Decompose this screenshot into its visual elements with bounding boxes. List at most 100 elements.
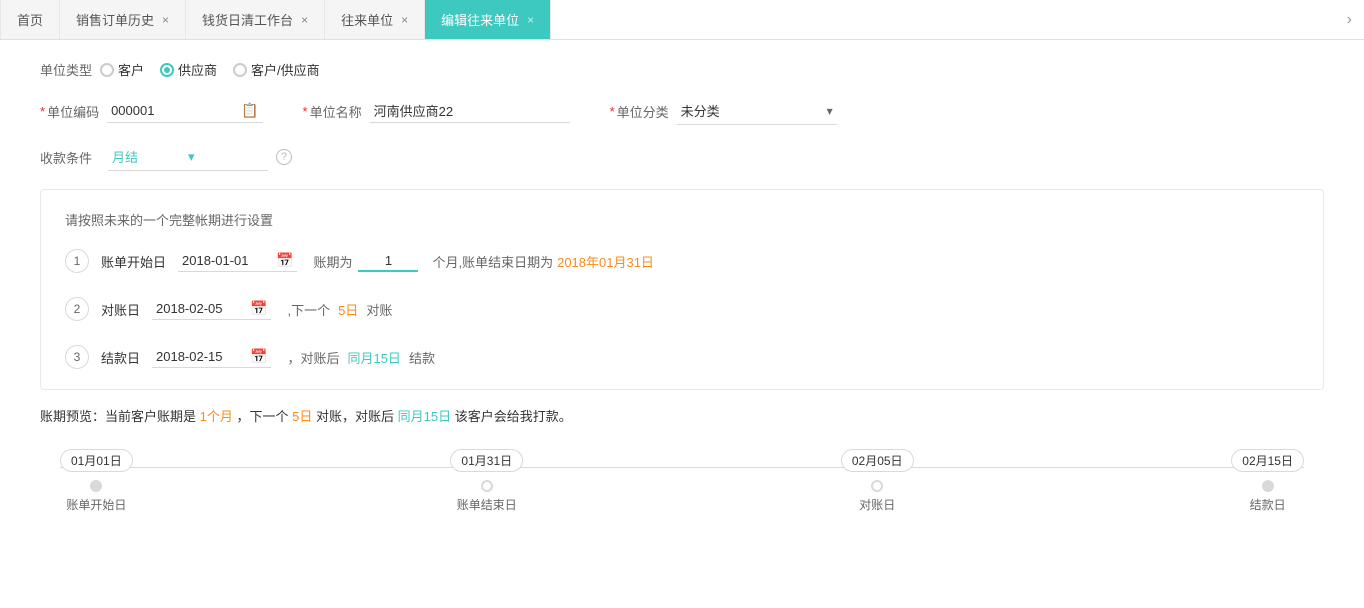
main-content: 单位类型 客户 供应商 客户/供应商 * 单位编码 📋 [0, 40, 1364, 608]
period-date-value-2[interactable] [156, 301, 246, 316]
timeline-sublabel-3: 对账日 [859, 496, 895, 513]
calendar-icon-2[interactable]: 📅 [250, 300, 267, 317]
preview-suffix: 该客户会给我打款。 [455, 409, 572, 424]
timeline-sublabel-1: 账单开始日 [66, 496, 126, 513]
unit-code-label: 单位编码 [47, 102, 99, 121]
period-num-3: 3 [65, 345, 89, 369]
timeline-label-2: 01月31日 [450, 449, 523, 472]
payment-terms-select[interactable]: 月结 ▾ [108, 143, 268, 171]
timeline-sublabel-2: 账单结束日 [457, 496, 517, 513]
period-date-input-1: 📅 [178, 250, 297, 272]
timeline-point-4: 02月15日 结款日 [1231, 449, 1304, 513]
radio-customer[interactable]: 客户 [100, 60, 144, 79]
period-suffix-1b: 个月,账单结束日期为 [432, 252, 553, 271]
unit-code-input[interactable] [107, 99, 237, 122]
help-icon[interactable]: ? [276, 149, 292, 165]
unit-code-group: * 单位编码 📋 [40, 99, 263, 123]
timeline-sublabel-4: 结款日 [1250, 496, 1286, 513]
copy-icon[interactable]: 📋 [237, 102, 262, 119]
preview-part2: 5日 [292, 409, 312, 424]
period-num-2: 2 [65, 297, 89, 321]
period-suffix-3a: ，对账后 [287, 348, 339, 367]
calendar-icon-3[interactable]: 📅 [250, 348, 267, 365]
period-date-input-2: 📅 [152, 298, 271, 320]
tab-edit-partner[interactable]: 编辑往来单位 × [425, 0, 551, 39]
preview-part3: 同月15日 [398, 409, 451, 424]
required-star-code: * [40, 104, 45, 119]
unit-fields-row: * 单位编码 📋 * 单位名称 * 单位分类 未分类 ▾ [40, 97, 1324, 125]
period-months-input[interactable] [358, 251, 418, 272]
period-end-date-highlight: 2018年01月31日 [557, 252, 654, 271]
period-row-2: 2 对账日 📅 ,下一个 5日 对账 [65, 297, 1299, 321]
period-date-value-3[interactable] [156, 349, 246, 364]
timeline-point-2: 01月31日 账单结束日 [450, 449, 523, 513]
required-star-name: * [303, 104, 308, 119]
tab-more-button[interactable]: › [1335, 11, 1364, 29]
unit-category-label: 单位分类 [617, 102, 669, 121]
period-day-highlight-2: 5日 [338, 300, 358, 319]
timeline-label-1: 01月01日 [60, 449, 133, 472]
radio-label-customer: 客户 [118, 60, 144, 79]
timeline-points: 01月01日 账单开始日 01月31日 账单结束日 02月05日 对账日 [60, 449, 1304, 513]
timeline-dot-2 [481, 480, 493, 492]
select-arrow-icon: ▾ [188, 149, 264, 165]
tab-partner[interactable]: 往来单位 × [325, 0, 425, 39]
tab-close-sales[interactable]: × [162, 13, 169, 27]
preview-middle1: ，下一个 [237, 409, 289, 424]
period-date-value-1[interactable] [182, 253, 272, 268]
required-star-category: * [610, 104, 615, 119]
period-label-2: 对账日 [101, 300, 140, 319]
tab-sales-history[interactable]: 销售订单历史 × [60, 0, 186, 39]
payment-terms-label: 收款条件 [40, 148, 92, 167]
timeline-label-3: 02月05日 [841, 449, 914, 472]
tab-label-sales: 销售订单历史 [76, 10, 154, 29]
payment-terms-row: 收款条件 月结 ▾ ? [40, 143, 1324, 171]
unit-category-dropdown[interactable]: 未分类 ▾ [677, 97, 837, 125]
timeline-dot-4 [1262, 480, 1274, 492]
radio-circle-customer [100, 63, 114, 77]
radio-label-both: 客户/供应商 [251, 60, 320, 79]
tab-label-partner: 往来单位 [341, 10, 393, 29]
timeline-wrapper: 01月01日 账单开始日 01月31日 账单结束日 02月05日 对账日 [40, 449, 1324, 513]
period-suffix-2b: 对账 [366, 300, 392, 319]
timeline-dot-1 [90, 480, 102, 492]
calendar-icon-1[interactable]: 📅 [276, 252, 293, 269]
payment-terms-value: 月结 [112, 147, 188, 166]
period-settings-box: 请按照未来的一个完整帐期进行设置 1 账单开始日 📅 账期为 个月,账单结束日期… [40, 189, 1324, 390]
period-suffix-1a: 账期为 [313, 252, 352, 271]
unit-category-group: * 单位分类 未分类 ▾ [610, 97, 837, 125]
tab-close-edit-partner[interactable]: × [527, 13, 534, 27]
period-row-1: 1 账单开始日 📅 账期为 个月,账单结束日期为 2018年01月31日 [65, 249, 1299, 273]
preview-text: 账期预览：当前客户账期是 1个月 ，下一个 5日 对账，对账后 同月15日 该客… [40, 406, 1324, 425]
tab-bar: 首页 销售订单历史 × 钱货日清工作台 × 往来单位 × 编辑往来单位 × › [0, 0, 1364, 40]
preview-middle2: 对账，对账后 [316, 409, 394, 424]
period-label-3: 结款日 [101, 348, 140, 367]
unit-name-input[interactable] [370, 99, 570, 123]
period-months-input-group [358, 251, 418, 272]
preview-part1: 1个月 [200, 409, 233, 424]
preview-section: 账期预览：当前客户账期是 1个月 ，下一个 5日 对账，对账后 同月15日 该客… [40, 390, 1324, 513]
period-num-1: 1 [65, 249, 89, 273]
unit-code-input-wrapper: 📋 [107, 99, 262, 123]
preview-prefix: 账期预览：当前客户账期是 [40, 409, 196, 424]
tab-label-home: 首页 [17, 10, 43, 29]
unit-name-group: * 单位名称 [303, 99, 570, 123]
unit-name-label: 单位名称 [310, 102, 362, 121]
unit-category-value: 未分类 [681, 101, 827, 120]
chevron-down-icon: ▾ [827, 104, 833, 118]
tab-close-cash[interactable]: × [301, 13, 308, 27]
timeline-label-4: 02月15日 [1231, 449, 1304, 472]
radio-group-unit-type: 客户 供应商 客户/供应商 [100, 60, 320, 79]
radio-label-supplier: 供应商 [178, 60, 217, 79]
period-box-title: 请按照未来的一个完整帐期进行设置 [65, 210, 1299, 229]
tab-cash-work[interactable]: 钱货日清工作台 × [186, 0, 325, 39]
tab-home[interactable]: 首页 [0, 0, 60, 39]
period-suffix-3b: 结款 [409, 348, 435, 367]
radio-both[interactable]: 客户/供应商 [233, 60, 320, 79]
timeline-point-1: 01月01日 账单开始日 [60, 449, 133, 513]
tab-label-edit-partner: 编辑往来单位 [441, 10, 519, 29]
tab-close-partner[interactable]: × [401, 13, 408, 27]
radio-circle-supplier [160, 63, 174, 77]
timeline-point-3: 02月05日 对账日 [841, 449, 914, 513]
radio-supplier[interactable]: 供应商 [160, 60, 217, 79]
